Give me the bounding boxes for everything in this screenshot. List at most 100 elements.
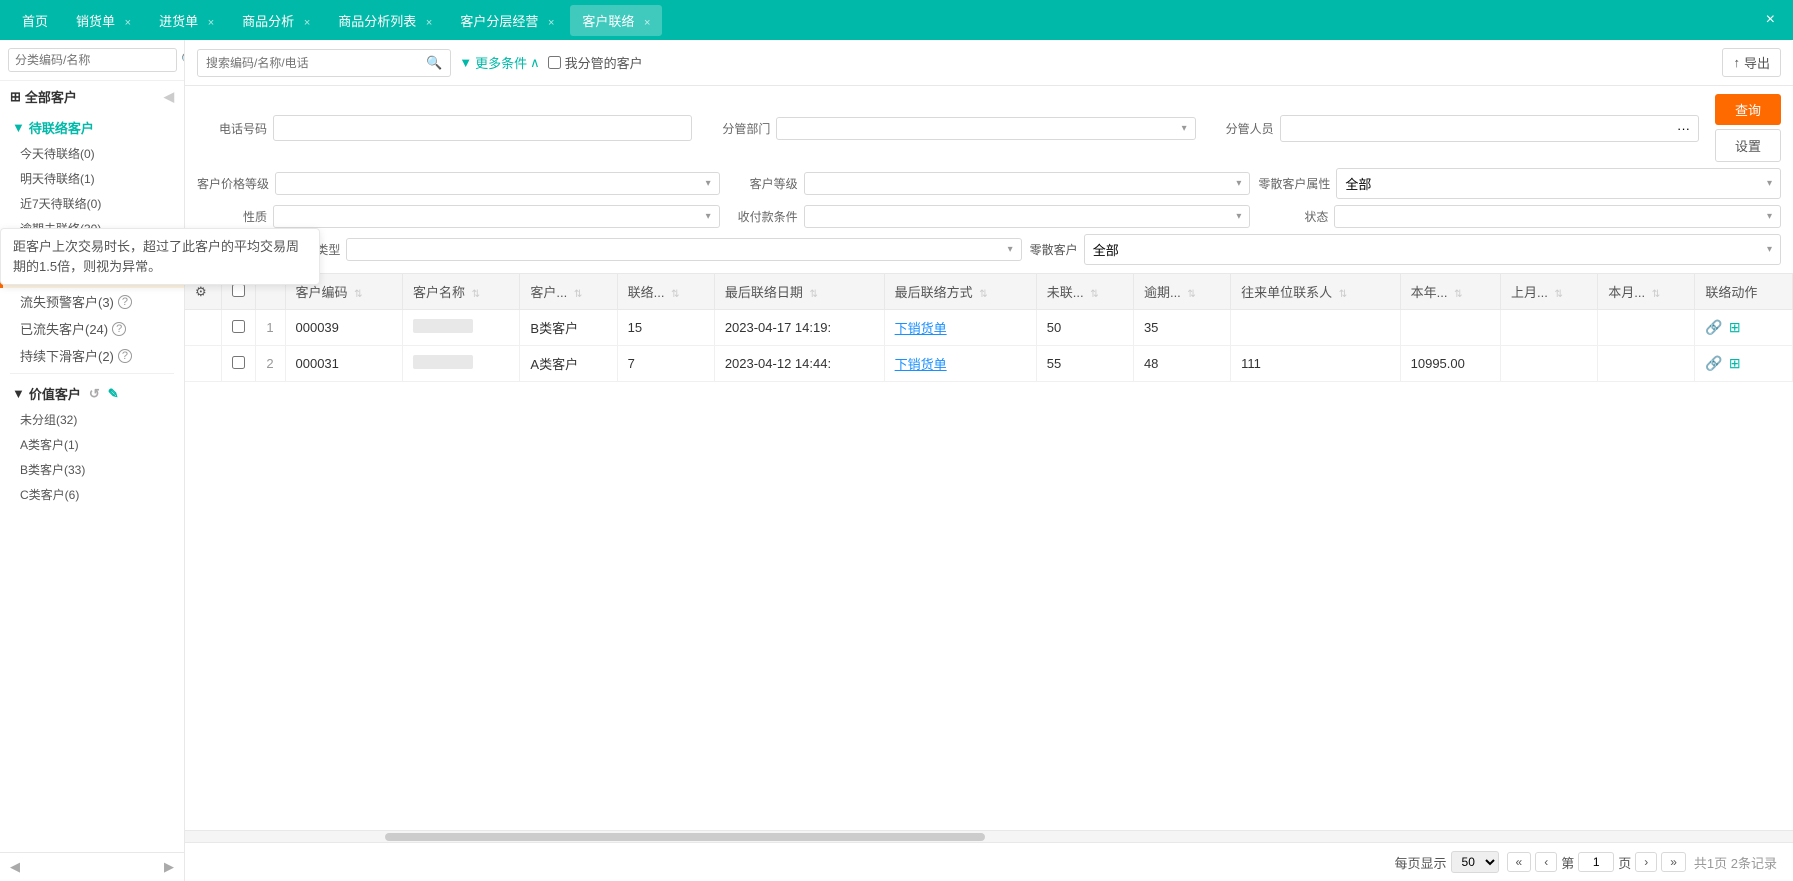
sidebar-item-declining[interactable]: 持续下滑客户(2) ?: [0, 342, 184, 369]
close-customer-contact-tab-icon[interactable]: ×: [644, 17, 650, 29]
declining-help-icon[interactable]: ?: [118, 349, 132, 363]
first-page-button[interactable]: «: [1507, 852, 1532, 872]
export-button[interactable]: ↑ 导出: [1722, 48, 1781, 77]
value-edit-icon[interactable]: ✎: [108, 386, 119, 402]
sidebar-pending-title[interactable]: ▼ 待联络客户: [0, 114, 184, 141]
row1-overdue: 35: [1133, 310, 1230, 346]
row2-unreached: 55: [1036, 346, 1133, 382]
close-sales-tab-icon[interactable]: ×: [125, 17, 131, 29]
close-goods-analysis-tab-icon[interactable]: ×: [304, 17, 310, 29]
sidebar-search-input[interactable]: [8, 48, 177, 72]
horizontal-scrollbar[interactable]: [185, 830, 1793, 842]
filter-price-grade-select[interactable]: ▾: [275, 172, 720, 195]
row1-method-link[interactable]: 下销货单: [895, 321, 947, 336]
already-lost-help-icon[interactable]: ?: [112, 322, 126, 336]
sidebar-item-today[interactable]: 今天待联络(0): [0, 141, 184, 166]
table-header-contact[interactable]: 联络... ⇅: [617, 274, 714, 310]
per-page-selector: 每页显示 50: [1395, 851, 1499, 873]
row2-method-link[interactable]: 下销货单: [895, 357, 947, 372]
page-number-input[interactable]: [1578, 852, 1614, 872]
gear-icon[interactable]: ⚙: [195, 284, 207, 299]
table-header-name[interactable]: 客户名称 ⇅: [402, 274, 519, 310]
filter-dept-select[interactable]: ▾: [776, 117, 1195, 140]
value-refresh-icon[interactable]: ↺: [89, 386, 100, 402]
close-goods-list-tab-icon[interactable]: ×: [426, 17, 432, 29]
nav-tab-sales[interactable]: 销货单 ×: [64, 5, 143, 36]
select-all-checkbox[interactable]: [232, 284, 245, 297]
filter-retail-attr-label: 零散客户属性: [1258, 175, 1330, 192]
table-header-this-year[interactable]: 本年... ⇅: [1400, 274, 1500, 310]
close-customer-segment-tab-icon[interactable]: ×: [548, 17, 554, 29]
table-header-overdue[interactable]: 逾期... ⇅: [1133, 274, 1230, 310]
sidebar-item-class-c[interactable]: C类客户(6): [0, 482, 184, 507]
price-grade-chevron-icon: ▾: [706, 178, 711, 189]
sidebar-left-arrow[interactable]: ◀: [10, 859, 20, 875]
filter-payment-label: 收付款条件: [728, 208, 798, 225]
sidebar-item-already-lost[interactable]: 已流失客户(24) ?: [0, 315, 184, 342]
filter-row-1: 电话号码 分管部门 ▾ 分管人员 ···: [197, 94, 1781, 162]
filter-customer-grade-select[interactable]: ▾: [804, 172, 1251, 195]
table-header-last-contact-method[interactable]: 最后联络方式 ⇅: [884, 274, 1036, 310]
customer-type-chevron-icon: ▾: [1008, 244, 1013, 255]
nav-tab-home[interactable]: 首页: [10, 5, 60, 36]
sidebar-item-tomorrow[interactable]: 明天待联络(1): [0, 166, 184, 191]
nav-tab-customer-contact[interactable]: 客户联络 ×: [570, 5, 662, 36]
row1-this-month: [1598, 310, 1695, 346]
nav-tab-goods-list[interactable]: 商品分析列表 ×: [326, 5, 444, 36]
unit-contact-sort-icon: ⇅: [1339, 289, 1347, 300]
gender-chevron-icon: ▾: [706, 211, 711, 222]
prev-page-button[interactable]: ‹: [1535, 852, 1557, 872]
filter-customer-type-select[interactable]: ▾: [346, 238, 1021, 261]
row1-checkbox[interactable]: [232, 320, 245, 333]
next-page-button[interactable]: ›: [1635, 852, 1657, 872]
last-page-button[interactable]: »: [1661, 852, 1686, 872]
more-conditions-button[interactable]: ▼ 更多条件 ∧: [459, 53, 539, 72]
filter-gender-select[interactable]: ▾: [273, 205, 720, 228]
query-button[interactable]: 查询: [1715, 94, 1781, 125]
search-input[interactable]: [198, 51, 418, 75]
nav-tab-customer-segment[interactable]: 客户分层经营 ×: [448, 5, 566, 36]
data-table-area: ⚙ 客户编码 ⇅ 客户名称 ⇅: [185, 274, 1793, 830]
row1-code: 000039: [285, 310, 402, 346]
my-customers-checkbox[interactable]: [548, 56, 561, 69]
horizontal-scrollbar-thumb[interactable]: [385, 833, 985, 841]
per-page-select[interactable]: 50: [1451, 851, 1499, 873]
sidebar-collapse-icon[interactable]: ◀: [164, 89, 174, 105]
nav-tab-goods-analysis[interactable]: 商品分析 ×: [230, 5, 322, 36]
name-sort-icon: ⇅: [472, 289, 480, 300]
row2-last-date: 2023-04-12 14:44:: [714, 346, 884, 382]
search-button[interactable]: 🔍: [418, 50, 450, 76]
per-page-label: 每页显示: [1395, 853, 1447, 872]
filter-manager-select[interactable]: ···: [1280, 115, 1699, 142]
row1-link-icon[interactable]: 🔗: [1705, 319, 1722, 336]
filter-retail-customer-select[interactable]: 全部 ▾: [1084, 234, 1781, 265]
sidebar-value-title[interactable]: ▼ 价值客户 ↺ ✎: [0, 380, 184, 407]
filter-phone-input[interactable]: [273, 115, 692, 141]
sidebar-all-customers[interactable]: ⊞ 全部客户 ◀: [0, 81, 184, 112]
row2-link-icon[interactable]: 🔗: [1705, 355, 1722, 372]
filter-status-select[interactable]: ▾: [1334, 205, 1781, 228]
row2-settings-icon[interactable]: ⊞: [1729, 355, 1741, 372]
settings-button[interactable]: 设置: [1715, 129, 1781, 162]
table-header-action: 联络动作: [1695, 274, 1793, 310]
table-header-category[interactable]: 客户... ⇅: [520, 274, 617, 310]
close-all-tabs-button[interactable]: ×: [1758, 7, 1783, 33]
table-header-unit-contact[interactable]: 往来单位联系人 ⇅: [1231, 274, 1400, 310]
lost-warning-help-icon[interactable]: ?: [118, 295, 132, 309]
filter-retail-attr-select[interactable]: 全部 ▾: [1336, 168, 1781, 199]
sidebar-item-ungroup[interactable]: 未分组(32): [0, 407, 184, 432]
sidebar-right-arrow[interactable]: ▶: [164, 859, 174, 875]
table-header-this-month[interactable]: 本月... ⇅: [1598, 274, 1695, 310]
sidebar-item-class-a[interactable]: A类客户(1): [0, 432, 184, 457]
nav-tab-purchase[interactable]: 进货单 ×: [147, 5, 226, 36]
table-header-last-month[interactable]: 上月... ⇅: [1501, 274, 1598, 310]
filter-payment-select[interactable]: ▾: [804, 205, 1251, 228]
row2-checkbox[interactable]: [232, 356, 245, 369]
table-header-unreached[interactable]: 未联... ⇅: [1036, 274, 1133, 310]
close-purchase-tab-icon[interactable]: ×: [208, 17, 214, 29]
sidebar-item-lost-warning[interactable]: 流失预警客户(3) ?: [0, 288, 184, 315]
sidebar-item-class-b[interactable]: B类客户(33): [0, 457, 184, 482]
row1-settings-icon[interactable]: ⊞: [1729, 319, 1741, 336]
table-header-last-contact-date[interactable]: 最后联络日期 ⇅: [714, 274, 884, 310]
sidebar-item-7days[interactable]: 近7天待联络(0): [0, 191, 184, 216]
